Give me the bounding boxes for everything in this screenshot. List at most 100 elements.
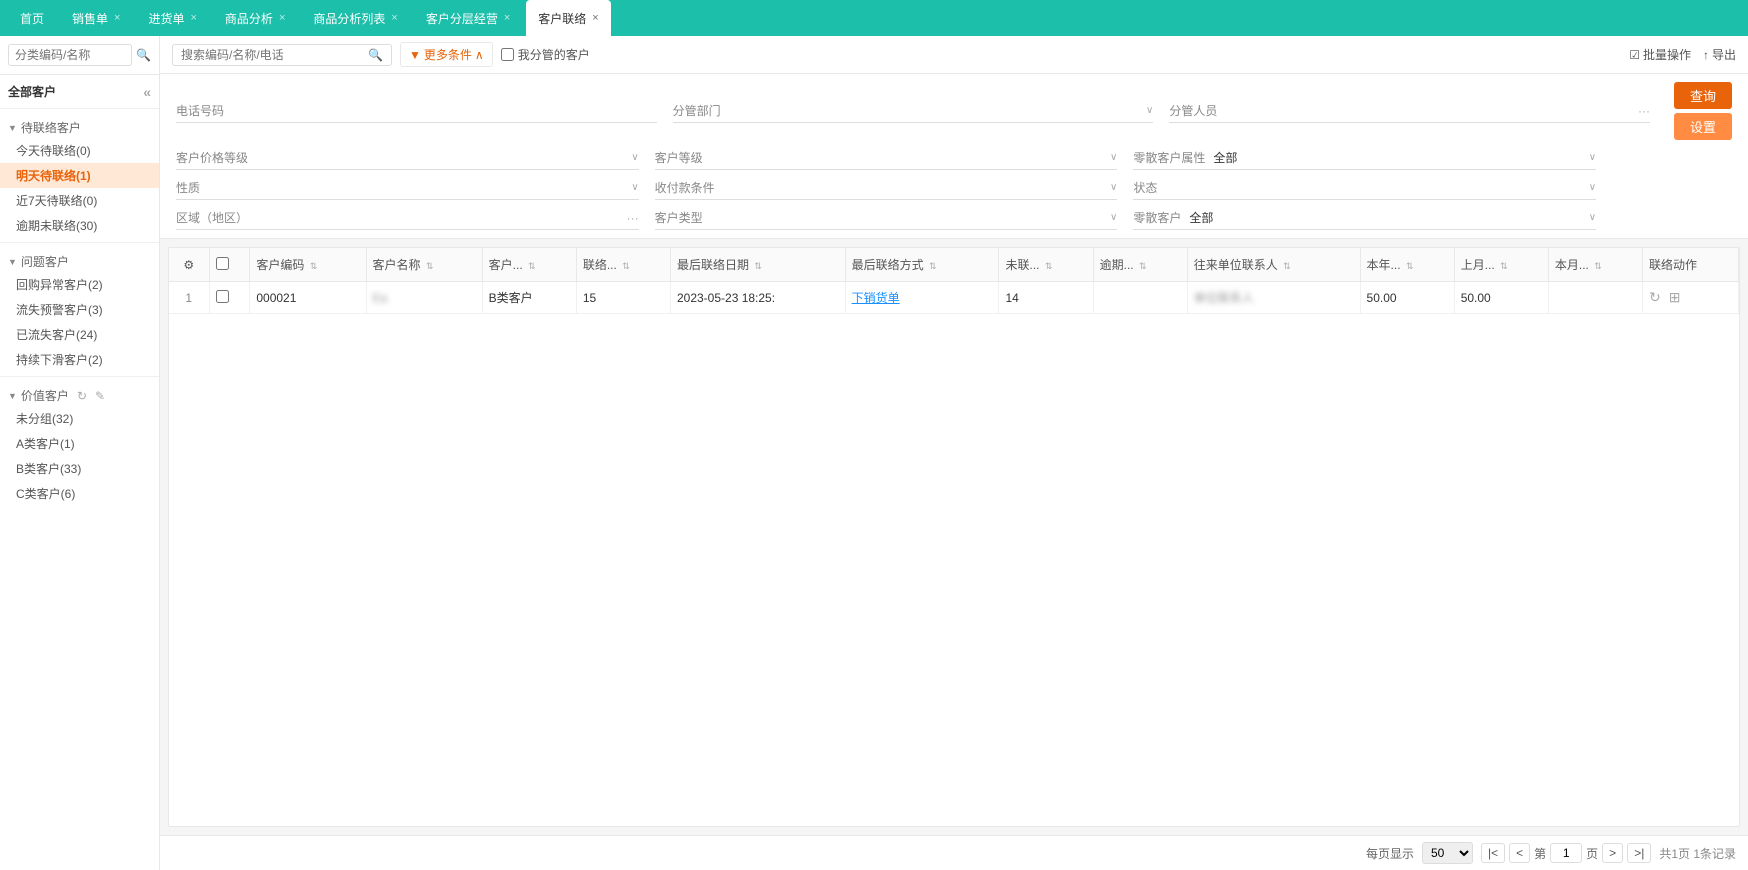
nav-home[interactable]: 首页 xyxy=(8,0,56,36)
col-customer-name[interactable]: 客户名称 ⇅ xyxy=(366,248,482,282)
row-last-contact-link[interactable]: 下销货单 xyxy=(852,291,900,305)
nav-customer-contact-close[interactable]: × xyxy=(592,12,598,24)
top-navigation: 首页 销售单 × 进货单 × 商品分析 × 商品分析列表 × 客户分层经营 × … xyxy=(0,0,1748,36)
nav-sales-order[interactable]: 销售单 × xyxy=(60,0,132,36)
nav-customer-segmentation-label: 客户分层经营 xyxy=(426,10,498,27)
filter-icon: ▼ xyxy=(409,48,421,62)
col-customer-code[interactable]: 客户编码 ⇅ xyxy=(250,248,366,282)
filter-price-grade-dropdown-icon[interactable]: ∨ xyxy=(631,152,638,163)
toolbar-search-icon[interactable]: 🔍 xyxy=(368,48,383,62)
filter-manager-more-icon[interactable]: ··· xyxy=(1638,104,1650,118)
sidebar-item-churned[interactable]: 已流失客户(24) xyxy=(0,322,159,347)
col-checkbox xyxy=(209,248,250,282)
nav-sales-order-close[interactable]: × xyxy=(114,12,120,24)
filter-status-dropdown-icon[interactable]: ∨ xyxy=(1589,182,1596,193)
toolbar: 🔍 ▼ 更多条件 ∧ 我分管的客户 ☑ 批量操作 ↑ 导出 xyxy=(160,36,1748,74)
select-all-checkbox[interactable] xyxy=(216,257,229,270)
filter-btn[interactable]: ▼ 更多条件 ∧ xyxy=(400,42,493,67)
row-last-contact-method: 下销货单 xyxy=(845,282,999,314)
toolbar-search-input[interactable] xyxy=(181,48,364,62)
group-pending-contact-label: 待联络客户 xyxy=(21,119,81,136)
filter-customer-grade: 客户等级 ∨ xyxy=(655,146,1118,170)
filter-panel: 电话号码 分管部门 ∨ 分管人员 ··· 查询 设置 xyxy=(160,74,1748,239)
table-footer: 每页显示 50 100 200 |< < 第 页 > >| 共1页 1条记录 xyxy=(160,835,1748,870)
filter-retail-attr-value[interactable]: 全部 xyxy=(1213,149,1584,166)
filter-retail-attr-label: 零散客户属性 xyxy=(1133,149,1205,166)
nav-sales-order-label: 销售单 xyxy=(72,10,108,27)
row-action-grid-icon[interactable]: ⊞ xyxy=(1669,289,1681,306)
col-last-contact-method: 最后联络方式 ⇅ xyxy=(845,248,999,282)
filter-nature-dropdown-icon[interactable]: ∨ xyxy=(631,182,638,193)
col-last-month: 上月... ⇅ xyxy=(1454,248,1548,282)
my-customers-checkbox[interactable] xyxy=(501,48,514,61)
row-name-blurred: Ea xyxy=(373,291,388,305)
row-name: Ea xyxy=(366,282,482,314)
sidebar-item-class-a[interactable]: A类客户(1) xyxy=(0,431,159,456)
filter-dept-dropdown-icon[interactable]: ∨ xyxy=(1146,105,1153,116)
sidebar-item-tomorrow-pending[interactable]: 明天待联络(1) xyxy=(0,163,159,188)
nav-purchase-order[interactable]: 进货单 × xyxy=(136,0,208,36)
filter-retail-customer-dropdown-icon[interactable]: ∨ xyxy=(1589,212,1596,223)
filter-customer-type-dropdown-icon[interactable]: ∨ xyxy=(1110,212,1117,223)
sidebar-item-class-c[interactable]: C类客户(6) xyxy=(0,481,159,506)
export-label: 导出 xyxy=(1712,46,1736,63)
last-page-btn[interactable]: >| xyxy=(1627,843,1651,863)
sidebar-search-input[interactable] xyxy=(8,44,132,66)
sidebar-item-repurchase-abnormal[interactable]: 回购异常客户(2) xyxy=(0,272,159,297)
sort-icon-name: ⇅ xyxy=(426,261,434,271)
query-button[interactable]: 查询 xyxy=(1674,82,1732,109)
col-customer-type: 客户... ⇅ xyxy=(482,248,576,282)
nav-product-analysis-close[interactable]: × xyxy=(279,12,285,24)
group-problem-customers-label: 问题客户 xyxy=(21,253,69,270)
nav-purchase-order-close[interactable]: × xyxy=(190,12,196,24)
sidebar-item-declining[interactable]: 持续下滑客户(2) xyxy=(0,347,159,372)
col-settings-icon[interactable]: ⚙ xyxy=(169,248,209,282)
per-page-select[interactable]: 50 100 200 xyxy=(1422,842,1473,864)
nav-customer-segmentation[interactable]: 客户分层经营 × xyxy=(414,0,522,36)
toolbar-right: ☑ 批量操作 ↑ 导出 xyxy=(1629,46,1736,63)
settings-button[interactable]: 设置 xyxy=(1674,113,1732,140)
nav-product-analysis-list[interactable]: 商品分析列表 × xyxy=(301,0,409,36)
nav-product-analysis-list-close[interactable]: × xyxy=(391,12,397,24)
next-page-btn[interactable]: > xyxy=(1602,843,1623,863)
filter-price-grade-label: 客户价格等级 xyxy=(176,149,248,166)
filter-retail-customer-value[interactable]: 全部 xyxy=(1189,209,1584,226)
filter-customer-type: 客户类型 ∨ xyxy=(655,206,1118,230)
sidebar-item-7days-pending[interactable]: 近7天待联络(0) xyxy=(0,188,159,213)
nav-customer-contact[interactable]: 客户联络 × xyxy=(526,0,610,36)
toolbar-search-container: 🔍 xyxy=(172,44,392,66)
filter-customer-grade-dropdown-icon[interactable]: ∨ xyxy=(1110,152,1117,163)
sidebar-item-ungrouped[interactable]: 未分组(32) xyxy=(0,406,159,431)
nav-product-analysis-list-label: 商品分析列表 xyxy=(313,10,385,27)
sidebar-item-class-b[interactable]: B类客户(33) xyxy=(0,456,159,481)
content-area: 🔍 ▼ 更多条件 ∧ 我分管的客户 ☑ 批量操作 ↑ 导出 xyxy=(160,36,1748,870)
nav-customer-segmentation-close[interactable]: × xyxy=(504,12,510,24)
sidebar-item-overdue-contact[interactable]: 逾期未联络(30) xyxy=(0,213,159,238)
settings-icon[interactable]: ⚙ xyxy=(183,258,194,272)
prev-page-btn[interactable]: < xyxy=(1509,843,1530,863)
row-last-contact-date: 2023-05-23 18:25: xyxy=(670,282,845,314)
filter-payment-terms-dropdown-icon[interactable]: ∨ xyxy=(1110,182,1117,193)
page-input[interactable] xyxy=(1550,843,1582,863)
first-page-btn[interactable]: |< xyxy=(1481,843,1505,863)
nav-product-analysis[interactable]: 商品分析 × xyxy=(213,0,297,36)
group-value-customers-label: 价值客户 xyxy=(21,387,69,404)
filter-chevron-icon: ∧ xyxy=(475,48,484,62)
filter-retail-attr-dropdown-icon[interactable]: ∨ xyxy=(1589,152,1596,163)
pagination: |< < 第 页 > >| xyxy=(1481,843,1651,863)
export-btn[interactable]: ↑ 导出 xyxy=(1703,46,1736,63)
filter-region-more-icon[interactable]: ··· xyxy=(627,211,639,225)
sidebar-search-icon[interactable]: 🔍 xyxy=(136,48,151,62)
group-value-edit-icon[interactable]: ✎ xyxy=(95,389,105,403)
group-value-refresh-icon[interactable]: ↻ xyxy=(77,389,87,403)
sidebar-item-churn-warning[interactable]: 流失预警客户(3) xyxy=(0,297,159,322)
row-select-checkbox[interactable] xyxy=(216,290,229,303)
row-action-refresh-icon[interactable]: ↻ xyxy=(1649,289,1661,306)
row-code: 000021 xyxy=(250,282,366,314)
filter-retail-attr: 零散客户属性 全部 ∨ xyxy=(1133,146,1596,170)
batch-operation-btn[interactable]: ☑ 批量操作 xyxy=(1629,46,1691,63)
row-unit-contact-blurred: 单位联系人 xyxy=(1194,291,1254,305)
col-uncontacted: 未联... ⇅ xyxy=(999,248,1093,282)
sidebar-item-today-pending[interactable]: 今天待联络(0) xyxy=(0,138,159,163)
collapse-icon[interactable]: « xyxy=(143,84,151,100)
